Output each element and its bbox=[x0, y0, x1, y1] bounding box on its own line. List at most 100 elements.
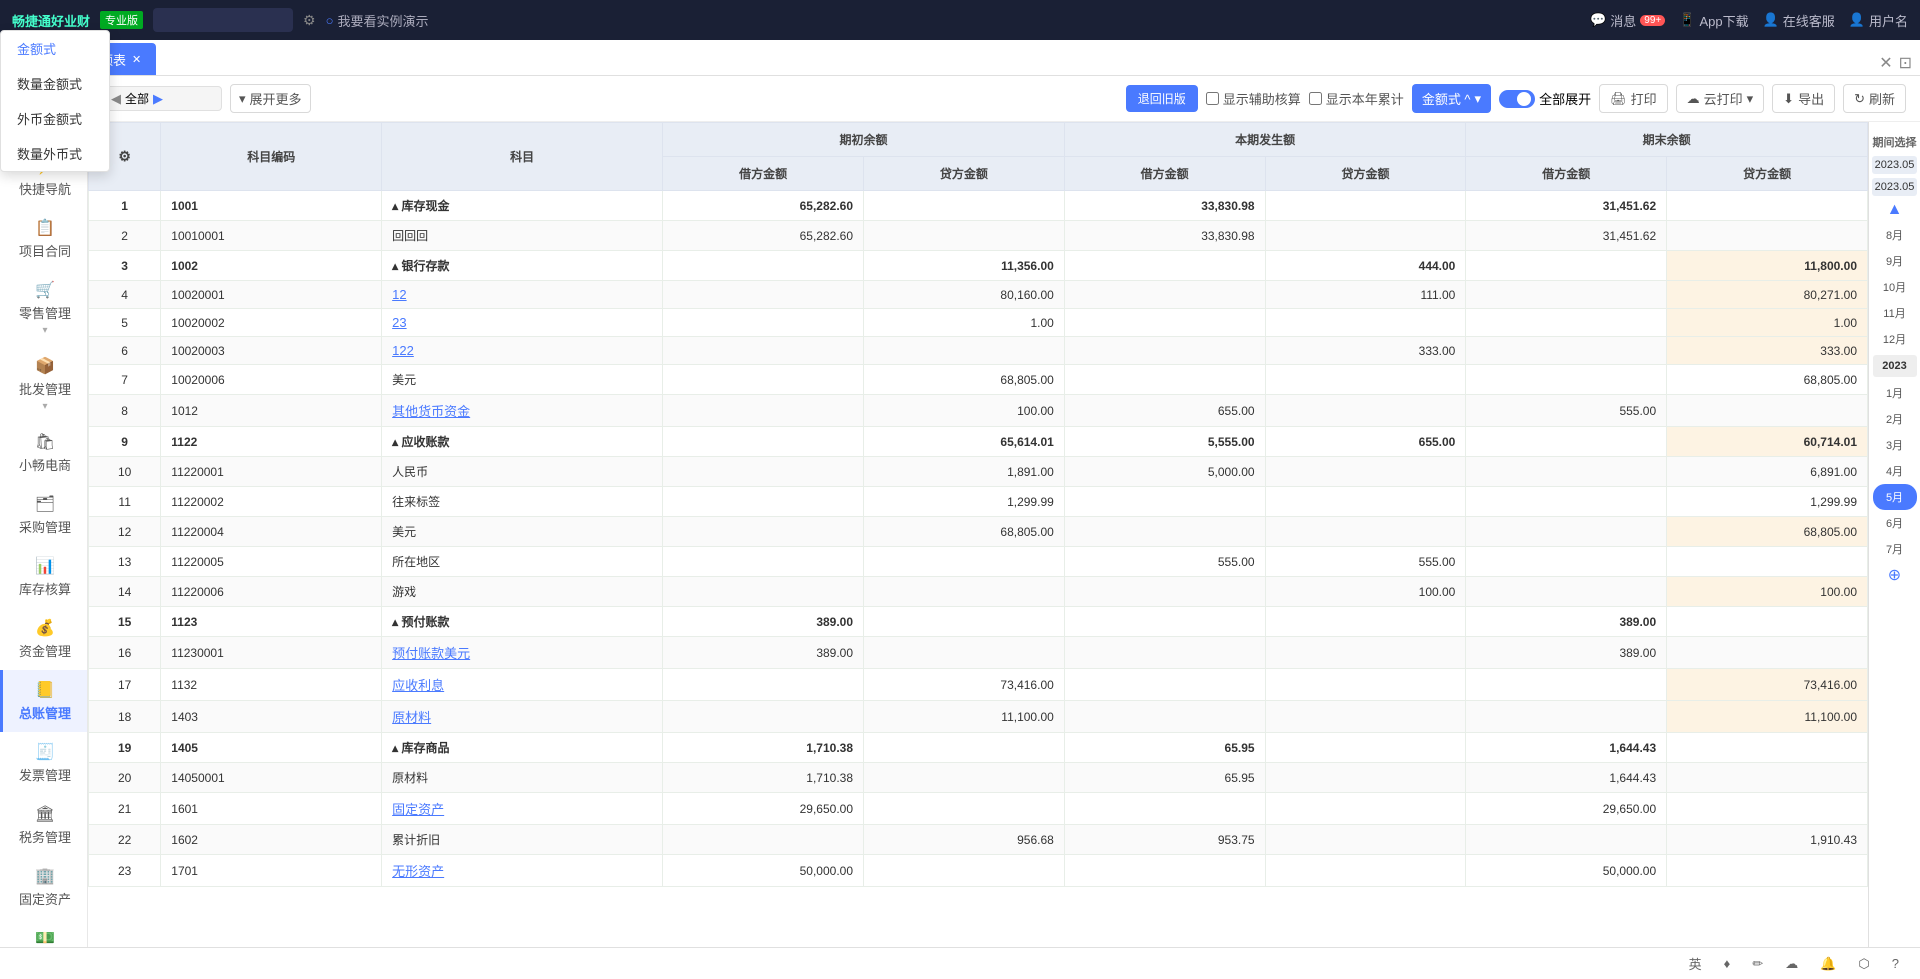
dropdown-item-qty-amount[interactable]: 数量金额式 bbox=[88, 76, 109, 101]
cell-index: 16 bbox=[89, 637, 161, 669]
cell-subject[interactable]: 原材料 bbox=[382, 701, 663, 733]
table-row[interactable]: 8 1012 其他货币资金 100.00 655.00 555.00 bbox=[89, 395, 1868, 427]
user-avatar[interactable]: 👤 用户名 bbox=[1849, 11, 1908, 30]
period-2[interactable]: 2月 bbox=[1873, 406, 1917, 432]
expand-more-btn[interactable]: ▾ 展开更多 bbox=[230, 84, 311, 113]
hex-btn[interactable]: ⬡ bbox=[1853, 954, 1874, 974]
period-7[interactable]: 7月 bbox=[1873, 536, 1917, 562]
sidebar-item-assets[interactable]: 🏢 固定资产 bbox=[0, 856, 87, 918]
period-4[interactable]: 4月 bbox=[1873, 458, 1917, 484]
subject-search-box[interactable]: ◀ 全部 ▶ bbox=[102, 86, 222, 111]
period-6[interactable]: 6月 bbox=[1873, 510, 1917, 536]
amount-mode-btn[interactable]: 金额式 ^ ▾ bbox=[1412, 84, 1491, 113]
cell-subject[interactable]: 无形资产 bbox=[382, 855, 663, 887]
cell-cl-credit: 333.00 bbox=[1667, 337, 1868, 365]
lang-btn[interactable]: 英 bbox=[1684, 952, 1707, 975]
search-right-arrow[interactable]: ▶ bbox=[153, 91, 163, 107]
period-2023[interactable]: 2023 bbox=[1873, 355, 1917, 377]
show-aux-checkbox[interactable]: 显示辅助核算 bbox=[1206, 89, 1301, 108]
cell-subject[interactable]: 23 bbox=[382, 309, 663, 337]
table-row[interactable]: 17 1132 应收利息 73,416.00 73,416.00 bbox=[89, 669, 1868, 701]
refresh-btn[interactable]: ↻ 刷新 bbox=[1843, 84, 1906, 113]
cell-subject[interactable]: 12 bbox=[382, 281, 663, 309]
help-btn[interactable]: ? bbox=[1887, 954, 1904, 973]
cell-subject[interactable]: 其他货币资金 bbox=[382, 395, 663, 427]
sidebar-item-wholesale[interactable]: 📦 批发管理 ▾ bbox=[0, 346, 87, 422]
table-row[interactable]: 9 1122 ▴ 应收账款 65,614.01 5,555.00 655.00 … bbox=[89, 427, 1868, 457]
print-btn[interactable]: 🖨 打印 bbox=[1599, 84, 1668, 113]
period-10[interactable]: 10月 bbox=[1873, 274, 1917, 300]
topbar-gear-icon[interactable]: ⚙ bbox=[303, 12, 316, 29]
online-support-btn[interactable]: 👤 在线客服 bbox=[1763, 11, 1835, 30]
balance-table-container[interactable]: ⚙ 科目编码 科目 期初余额 本期发生额 期末余额 借方金额 贷方金额 借方金额… bbox=[88, 122, 1868, 947]
table-row[interactable]: 2 10010001 回回回 65,282.60 33,830.98 31,45… bbox=[89, 221, 1868, 251]
sidebar-item-inventory[interactable]: 📊 库存核算 bbox=[0, 546, 87, 608]
period-up-btn[interactable]: ▲ bbox=[1884, 198, 1906, 222]
table-row[interactable]: 10 11220001 人民币 1,891.00 5,000.00 6,891.… bbox=[89, 457, 1868, 487]
export-btn[interactable]: ⬇ 导出 bbox=[1772, 84, 1835, 113]
diamond-btn[interactable]: ♦ bbox=[1719, 954, 1736, 973]
window-maximize-btn[interactable]: ⊡ bbox=[1899, 53, 1912, 73]
window-close-btn[interactable]: ✕ bbox=[1879, 53, 1892, 73]
period-5[interactable]: 5月 bbox=[1873, 484, 1917, 510]
cell-subject[interactable]: 预付账款美元 bbox=[382, 637, 663, 669]
dropdown-item-foreign-amount[interactable]: 外币金额式 bbox=[88, 101, 109, 136]
topbar-search-input[interactable] bbox=[153, 8, 293, 32]
cell-subject[interactable]: 应收利息 bbox=[382, 669, 663, 701]
table-row[interactable]: 22 1602 累计折旧 956.68 953.75 1,910.43 bbox=[89, 825, 1868, 855]
table-row[interactable]: 1 1001 ▴ 库存现金 65,282.60 33,830.98 31,451… bbox=[89, 191, 1868, 221]
cloud-sync-btn[interactable]: ☁ bbox=[1780, 954, 1803, 974]
alert-btn[interactable]: 🔔 bbox=[1815, 954, 1841, 974]
table-row[interactable]: 16 11230001 预付账款美元 389.00 389.00 bbox=[89, 637, 1868, 669]
period-1[interactable]: 1月 bbox=[1873, 380, 1917, 406]
ytd-checkbox-input[interactable] bbox=[1309, 92, 1322, 105]
table-row[interactable]: 20 14050001 原材料 1,710.38 65.95 1,644.43 bbox=[89, 763, 1868, 793]
sidebar-item-ledger[interactable]: 📒 总账管理 bbox=[0, 670, 87, 732]
table-row[interactable]: 3 1002 ▴ 银行存款 11,356.00 444.00 11,800.00 bbox=[89, 251, 1868, 281]
table-row[interactable]: 15 1123 ▴ 预付账款 389.00 389.00 bbox=[89, 607, 1868, 637]
expand-all-toggle[interactable]: 全部展开 bbox=[1499, 89, 1591, 108]
period-11[interactable]: 11月 bbox=[1873, 300, 1917, 326]
demo-link[interactable]: ○ 我要看实例演示 bbox=[326, 11, 429, 30]
table-row[interactable]: 19 1405 ▴ 库存商品 1,710.38 65.95 1,644.43 bbox=[89, 733, 1868, 763]
dropdown-item-qty-foreign[interactable]: 数量外币式 bbox=[88, 136, 109, 171]
sidebar-item-payroll[interactable]: 💵 工资 bbox=[0, 918, 87, 947]
search-left-arrow[interactable]: ◀ bbox=[111, 91, 121, 107]
table-row[interactable]: 21 1601 固定资产 29,650.00 29,650.00 bbox=[89, 793, 1868, 825]
table-row[interactable]: 5 10020002 23 1.00 1.00 bbox=[89, 309, 1868, 337]
table-row[interactable]: 18 1403 原材料 11,100.00 11,100.00 bbox=[89, 701, 1868, 733]
cell-subject[interactable]: 122 bbox=[382, 337, 663, 365]
edit-btn[interactable]: ✏ bbox=[1747, 954, 1768, 974]
aux-checkbox-input[interactable] bbox=[1206, 92, 1219, 105]
period-8[interactable]: 8月 bbox=[1873, 222, 1917, 248]
sidebar-item-funds[interactable]: 💰 资金管理 bbox=[0, 608, 87, 670]
period-year-start[interactable]: 2023.05 bbox=[1872, 156, 1918, 174]
table-row[interactable]: 6 10020003 122 333.00 333.00 bbox=[89, 337, 1868, 365]
table-row[interactable]: 13 11220005 所在地区 555.00 555.00 bbox=[89, 547, 1868, 577]
app-download-btn[interactable]: 📱 App下载 bbox=[1679, 11, 1748, 30]
sidebar-item-project[interactable]: 📋 项目合同 bbox=[0, 208, 87, 270]
sidebar-item-invoice[interactable]: 🧾 发票管理 bbox=[0, 732, 87, 794]
notifications-btn[interactable]: 💬 消息 99+ bbox=[1590, 11, 1665, 30]
period-12[interactable]: 12月 bbox=[1873, 326, 1917, 352]
period-3[interactable]: 3月 bbox=[1873, 432, 1917, 458]
table-row[interactable]: 7 10020006 美元 68,805.00 68,805.00 bbox=[89, 365, 1868, 395]
back-old-btn[interactable]: 退回旧版 bbox=[1126, 85, 1198, 112]
cell-cl-credit: 73,416.00 bbox=[1667, 669, 1868, 701]
sidebar-item-purchase[interactable]: 🗂 采购管理 bbox=[0, 484, 87, 546]
cloud-print-btn[interactable]: ☁ 云打印 ▾ bbox=[1676, 84, 1765, 113]
sidebar-item-tax[interactable]: 🏛 税务管理 bbox=[0, 794, 87, 856]
sidebar-item-ecommerce[interactable]: 🛍 小畅电商 bbox=[0, 422, 87, 484]
table-row[interactable]: 4 10020001 12 80,160.00 111.00 80,271.00 bbox=[89, 281, 1868, 309]
close-tab-icon[interactable]: ✕ bbox=[132, 53, 141, 66]
period-9[interactable]: 9月 bbox=[1873, 248, 1917, 274]
table-row[interactable]: 12 11220004 美元 68,805.00 68,805.00 bbox=[89, 517, 1868, 547]
show-ytd-checkbox[interactable]: 显示本年累计 bbox=[1309, 89, 1404, 108]
period-expand-btn[interactable]: ⊕ bbox=[1885, 562, 1904, 588]
table-row[interactable]: 23 1701 无形资产 50,000.00 50,000.00 bbox=[89, 855, 1868, 887]
table-row[interactable]: 14 11220006 游戏 100.00 100.00 bbox=[89, 577, 1868, 607]
cell-subject[interactable]: 固定资产 bbox=[382, 793, 663, 825]
sidebar-item-retail[interactable]: 🛒 零售管理 ▾ bbox=[0, 270, 87, 346]
period-year-end[interactable]: 2023.05 bbox=[1872, 178, 1918, 196]
table-row[interactable]: 11 11220002 往来标签 1,299.99 1,299.99 bbox=[89, 487, 1868, 517]
